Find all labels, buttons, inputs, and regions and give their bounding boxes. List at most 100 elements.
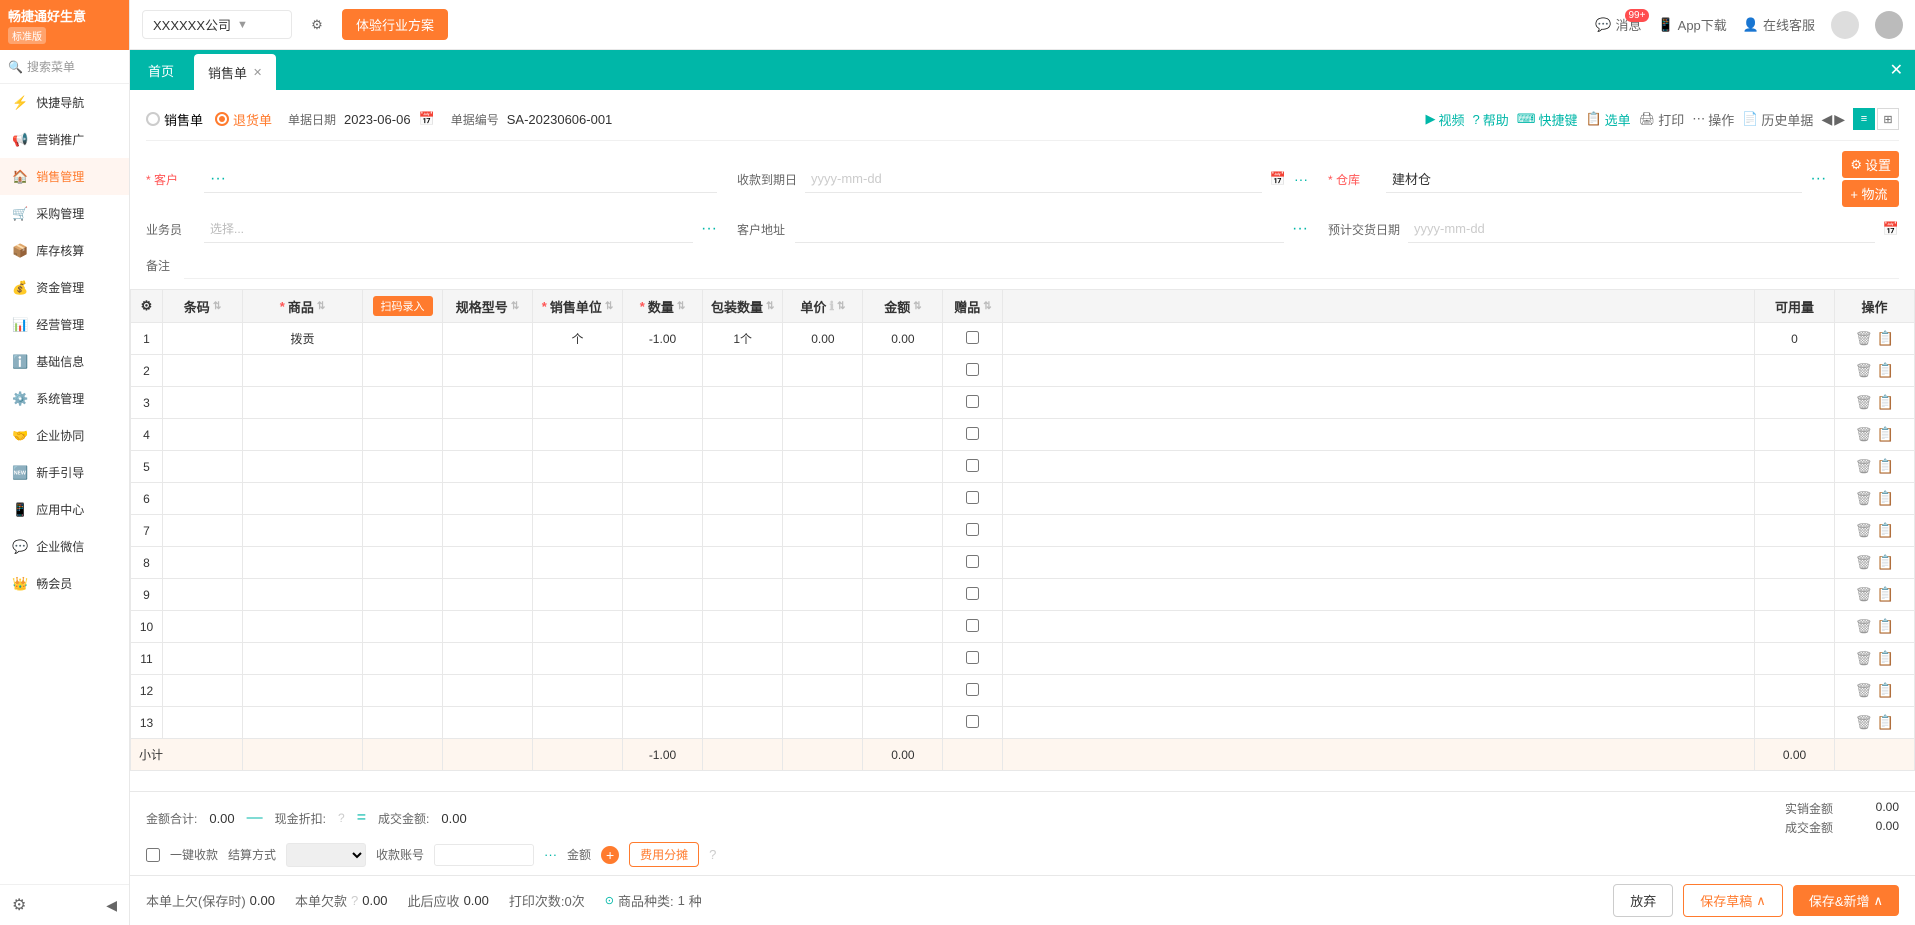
row-price[interactable]	[783, 547, 863, 579]
gift-checkbox[interactable]	[966, 491, 979, 504]
gift-checkbox[interactable]	[966, 427, 979, 440]
row-price[interactable]	[783, 451, 863, 483]
row-pkg-qty[interactable]	[703, 643, 783, 675]
customer-addr-input[interactable]	[795, 215, 1284, 243]
row-spec[interactable]	[443, 323, 533, 355]
row-gift[interactable]	[943, 387, 1003, 419]
payment-dots[interactable]: ···	[1294, 171, 1308, 187]
delete-icon[interactable]: 🗑	[1855, 330, 1873, 347]
row-price[interactable]: 0.00	[783, 323, 863, 355]
gift-checkbox[interactable]	[966, 715, 979, 728]
row-product[interactable]	[243, 547, 363, 579]
radio-sales-order[interactable]: 销售单	[146, 110, 203, 129]
row-amount[interactable]	[863, 483, 943, 515]
th-scan[interactable]: 扫码录入	[363, 290, 443, 323]
row-price[interactable]	[783, 643, 863, 675]
row-price[interactable]	[783, 675, 863, 707]
row-amount[interactable]: 0.00	[863, 323, 943, 355]
sidebar-item-basic-info[interactable]: ℹ️ 基础信息	[0, 343, 129, 380]
row-qty[interactable]	[623, 579, 703, 611]
warehouse-input[interactable]: 建材仓	[1386, 165, 1802, 193]
row-barcode[interactable]	[163, 643, 243, 675]
row-gift[interactable]	[943, 707, 1003, 739]
row-spec[interactable]	[443, 707, 533, 739]
row-product[interactable]	[243, 579, 363, 611]
gift-checkbox[interactable]	[966, 651, 979, 664]
sort-icon[interactable]: ⇅	[605, 301, 613, 312]
list-view-btn[interactable]: ≡	[1853, 108, 1875, 130]
info-icon[interactable]: ℹ	[829, 299, 834, 313]
row-pkg-qty[interactable]	[703, 579, 783, 611]
row-amount[interactable]	[863, 355, 943, 387]
customer-dots[interactable]: ···	[210, 170, 226, 188]
row-unit[interactable]	[533, 419, 623, 451]
row-amount[interactable]	[863, 547, 943, 579]
row-price[interactable]	[783, 419, 863, 451]
tab-sales[interactable]: 销售单 ✕	[194, 54, 276, 90]
sort-icon[interactable]: ⇅	[511, 301, 519, 312]
tab-home[interactable]: 首页	[130, 50, 192, 90]
gift-checkbox[interactable]	[966, 395, 979, 408]
row-price[interactable]	[783, 355, 863, 387]
delete-icon[interactable]: 🗑	[1855, 586, 1873, 603]
row-gift[interactable]	[943, 579, 1003, 611]
remark-input[interactable]	[184, 251, 1899, 279]
row-pkg-qty[interactable]	[703, 387, 783, 419]
row-qty[interactable]	[623, 643, 703, 675]
row-product[interactable]	[243, 419, 363, 451]
copy-icon[interactable]: 📋	[1877, 650, 1894, 667]
sidebar-item-purchase[interactable]: 🛒 采购管理	[0, 195, 129, 232]
trial-button[interactable]: 体验行业方案	[342, 9, 448, 40]
row-unit[interactable]	[533, 483, 623, 515]
row-unit[interactable]	[533, 611, 623, 643]
sidebar-item-marketing[interactable]: 📢 营销推广	[0, 121, 129, 158]
row-spec[interactable]	[443, 387, 533, 419]
row-gift[interactable]	[943, 547, 1003, 579]
expected-delivery-input[interactable]: yyyy-mm-dd	[1408, 215, 1875, 243]
addr-dots[interactable]: ···	[1292, 220, 1308, 238]
this-doc-owe-q[interactable]: ?	[351, 893, 358, 908]
row-pkg-qty[interactable]	[703, 355, 783, 387]
sidebar-item-finance[interactable]: 💰 资金管理	[0, 269, 129, 306]
row-spec[interactable]	[443, 675, 533, 707]
row-qty[interactable]	[623, 419, 703, 451]
row-qty[interactable]	[623, 387, 703, 419]
online-service-button[interactable]: 👤 在线客服	[1743, 15, 1815, 34]
gift-checkbox[interactable]	[966, 587, 979, 600]
app-download-button[interactable]: 📱 App下载	[1657, 15, 1726, 34]
sort-icon[interactable]: ⇅	[913, 301, 921, 312]
row-pkg-qty[interactable]	[703, 483, 783, 515]
row-amount[interactable]	[863, 387, 943, 419]
row-unit[interactable]	[533, 707, 623, 739]
delete-icon[interactable]: 🗑	[1855, 362, 1873, 379]
row-price[interactable]	[783, 707, 863, 739]
row-pkg-qty[interactable]	[703, 675, 783, 707]
row-amount[interactable]	[863, 707, 943, 739]
row-gift[interactable]	[943, 515, 1003, 547]
delete-icon[interactable]: 🗑	[1855, 522, 1873, 539]
row-price[interactable]	[783, 611, 863, 643]
row-gift[interactable]	[943, 643, 1003, 675]
row-spec[interactable]	[443, 355, 533, 387]
row-spec[interactable]	[443, 483, 533, 515]
copy-icon[interactable]: 📋	[1877, 714, 1894, 731]
prev-icon[interactable]: ◀	[1821, 111, 1832, 128]
row-barcode[interactable]	[163, 707, 243, 739]
sidebar-search[interactable]: 🔍 搜索菜单	[0, 50, 129, 84]
row-product[interactable]	[243, 707, 363, 739]
copy-icon[interactable]: 📋	[1877, 490, 1894, 507]
row-price[interactable]	[783, 579, 863, 611]
payment-calendar-icon[interactable]: 📅	[1270, 171, 1286, 187]
row-pkg-qty[interactable]	[703, 547, 783, 579]
topbar-settings-button[interactable]: ⚙	[302, 10, 332, 40]
row-product[interactable]	[243, 675, 363, 707]
copy-icon[interactable]: 📋	[1877, 426, 1894, 443]
delivery-calendar-icon[interactable]: 📅	[1883, 221, 1899, 237]
delete-icon[interactable]: 🗑	[1855, 426, 1873, 443]
sidebar-item-enterprise[interactable]: 🤝 企业协同	[0, 417, 129, 454]
row-unit[interactable]: 个	[533, 323, 623, 355]
row-barcode[interactable]	[163, 387, 243, 419]
one-click-payment-checkbox[interactable]	[146, 848, 160, 862]
delete-icon[interactable]: 🗑	[1855, 650, 1873, 667]
history-btn[interactable]: 📄 历史单据	[1742, 110, 1813, 129]
